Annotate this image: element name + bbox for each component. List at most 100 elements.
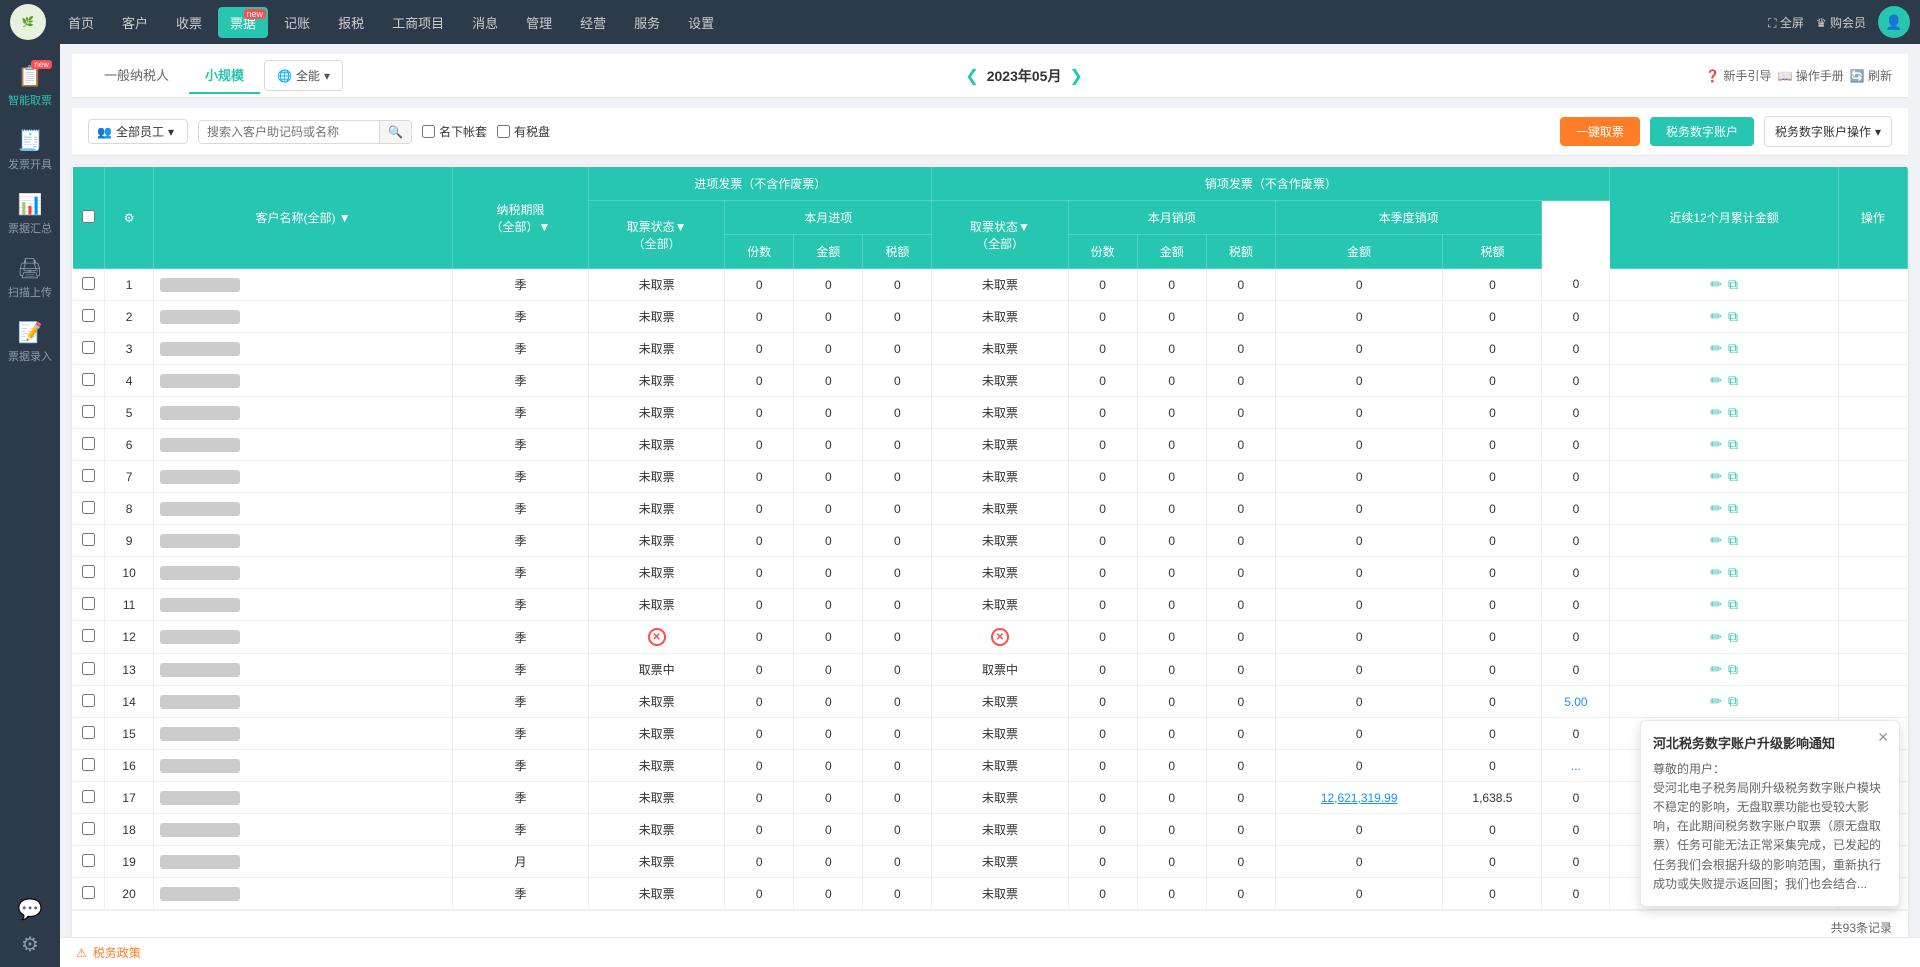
edit-action-btn[interactable]: ✏ [1710, 564, 1722, 581]
table-row: 19 月 未取票 0 0 0 未取票 0 0 0 0 0 0 ✏ ⧉ [73, 846, 1908, 878]
sidebar-item-ticket-entry[interactable]: 📝 票据录入 [0, 310, 60, 374]
sidebar-item-invoice-issue[interactable]: 🧾 发票开具 [0, 118, 60, 182]
row-checkbox[interactable] [82, 886, 95, 899]
row-in-status-cell: 未取票 [589, 269, 725, 301]
subaccount-checkbox[interactable] [422, 125, 435, 138]
copy-action-btn[interactable]: ⧉ [1728, 340, 1738, 357]
user-avatar[interactable]: 👤 [1878, 6, 1910, 38]
new-guide-btn[interactable]: ❓ 新手引导 [1705, 67, 1771, 84]
notification-close-btn[interactable]: ✕ [1877, 729, 1889, 746]
row-year-total-cell: 0 [1542, 557, 1610, 589]
employee-select[interactable]: 👥 全部员工 ▾ [88, 119, 188, 144]
copy-action-btn[interactable]: ⧉ [1728, 436, 1738, 453]
row-checkbox[interactable] [82, 822, 95, 835]
row-checkbox[interactable] [82, 469, 95, 482]
nav-operation[interactable]: 经营 [568, 7, 618, 38]
edit-action-btn[interactable]: ✏ [1710, 596, 1722, 613]
search-input-field[interactable] [199, 121, 379, 143]
prev-month-btn[interactable]: ❮ [965, 66, 978, 86]
ret-amount-value[interactable]: 12,621,319.99 [1321, 791, 1398, 805]
select-all-checkbox[interactable] [82, 210, 95, 223]
copy-action-btn[interactable]: ⧉ [1728, 693, 1738, 710]
nav-client[interactable]: 客户 [110, 7, 160, 38]
nav-receive[interactable]: 收票 [164, 7, 214, 38]
copy-action-btn[interactable]: ⧉ [1728, 629, 1738, 646]
checkbox-taxdisk[interactable]: 有税盘 [497, 123, 550, 140]
manual-btn[interactable]: 📖 操作手册 [1777, 67, 1843, 84]
tab-full[interactable]: 🌐 全能 ▾ [264, 60, 343, 91]
edit-action-btn[interactable]: ✏ [1710, 500, 1722, 517]
copy-action-btn[interactable]: ⧉ [1728, 500, 1738, 517]
row-checkbox[interactable] [82, 597, 95, 610]
edit-action-btn[interactable]: ✏ [1710, 276, 1722, 293]
settings-icon[interactable]: ⚙ [21, 932, 39, 957]
row-checkbox[interactable] [82, 854, 95, 867]
checkbox-subaccount[interactable]: 名下帐套 [422, 123, 487, 140]
sidebar-item-smart-ticket[interactable]: 📋 智能取票 new [0, 54, 60, 118]
row-checkbox[interactable] [82, 437, 95, 450]
row-checkbox[interactable] [82, 501, 95, 514]
row-checkbox[interactable] [82, 373, 95, 386]
ret-amount-value: 0 [1356, 663, 1363, 677]
edit-action-btn[interactable]: ✏ [1710, 629, 1722, 646]
sidebar-item-invoice-summary[interactable]: 📊 票据汇总 [0, 182, 60, 246]
sidebar-item-scan-upload[interactable]: 🖨 扫描上传 [0, 246, 60, 310]
edit-action-btn[interactable]: ✏ [1710, 372, 1722, 389]
edit-action-btn[interactable]: ✏ [1710, 693, 1722, 710]
vip-btn[interactable]: ♛ 购会员 [1816, 14, 1866, 31]
edit-action-btn[interactable]: ✏ [1710, 532, 1722, 549]
chat-icon[interactable]: 💬 [18, 897, 43, 922]
copy-action-btn[interactable]: ⧉ [1728, 372, 1738, 389]
copy-action-btn[interactable]: ⧉ [1728, 308, 1738, 325]
tax-policy-text[interactable]: 税务政策 [93, 944, 141, 961]
tax-digital-account-btn[interactable]: 税务数字账户 [1650, 117, 1754, 146]
row-checkbox[interactable] [82, 533, 95, 546]
next-month-btn[interactable]: ❯ [1069, 66, 1082, 86]
year-total-value: 0 [1573, 406, 1580, 420]
refresh-btn[interactable]: 🔄 刷新 [1850, 67, 1892, 84]
row-out-amount-cell: 0 [1137, 750, 1206, 782]
edit-action-btn[interactable]: ✏ [1710, 468, 1722, 485]
row-checkbox[interactable] [82, 790, 95, 803]
row-checkbox[interactable] [82, 694, 95, 707]
nav-business[interactable]: 工商项目 [380, 7, 456, 38]
copy-action-btn[interactable]: ⧉ [1728, 276, 1738, 293]
row-checkbox[interactable] [82, 758, 95, 771]
search-button[interactable]: 🔍 [379, 121, 411, 143]
copy-action-btn[interactable]: ⧉ [1728, 661, 1738, 678]
row-checkbox[interactable] [82, 277, 95, 290]
edit-action-btn[interactable]: ✏ [1710, 404, 1722, 421]
edit-action-btn[interactable]: ✏ [1710, 436, 1722, 453]
nav-service[interactable]: 服务 [622, 7, 672, 38]
taxdisk-checkbox[interactable] [497, 125, 510, 138]
copy-action-btn[interactable]: ⧉ [1728, 468, 1738, 485]
row-checkbox[interactable] [82, 309, 95, 322]
nav-settings[interactable]: 设置 [676, 7, 726, 38]
copy-action-btn[interactable]: ⧉ [1728, 596, 1738, 613]
edit-action-btn[interactable]: ✏ [1710, 661, 1722, 678]
row-out-status-cell: 未取票 [932, 686, 1068, 718]
row-ret-amount-cell: 0 [1275, 814, 1443, 846]
tab-small-scale[interactable]: 小规模 [189, 57, 260, 94]
row-checkbox[interactable] [82, 565, 95, 578]
edit-action-btn[interactable]: ✏ [1710, 308, 1722, 325]
nav-invoice[interactable]: 票据 new [218, 7, 268, 38]
nav-manage[interactable]: 管理 [514, 7, 564, 38]
row-checkbox[interactable] [82, 341, 95, 354]
row-checkbox[interactable] [82, 405, 95, 418]
tax-digital-ops-btn[interactable]: 税务数字账户操作 ▾ [1764, 116, 1892, 147]
tab-general-taxpayer[interactable]: 一般纳税人 [88, 57, 185, 94]
fullscreen-btn[interactable]: ⛶ 全屏 [1768, 14, 1804, 31]
copy-action-btn[interactable]: ⧉ [1728, 532, 1738, 549]
nav-message[interactable]: 消息 [460, 7, 510, 38]
copy-action-btn[interactable]: ⧉ [1728, 404, 1738, 421]
one-click-ticket-btn[interactable]: 一键取票 [1560, 117, 1640, 146]
nav-home[interactable]: 首页 [56, 7, 106, 38]
nav-accounting[interactable]: 记账 [272, 7, 322, 38]
copy-action-btn[interactable]: ⧉ [1728, 564, 1738, 581]
row-checkbox[interactable] [82, 629, 95, 642]
edit-action-btn[interactable]: ✏ [1710, 340, 1722, 357]
nav-tax[interactable]: 报税 [326, 7, 376, 38]
row-checkbox[interactable] [82, 662, 95, 675]
row-checkbox[interactable] [82, 726, 95, 739]
